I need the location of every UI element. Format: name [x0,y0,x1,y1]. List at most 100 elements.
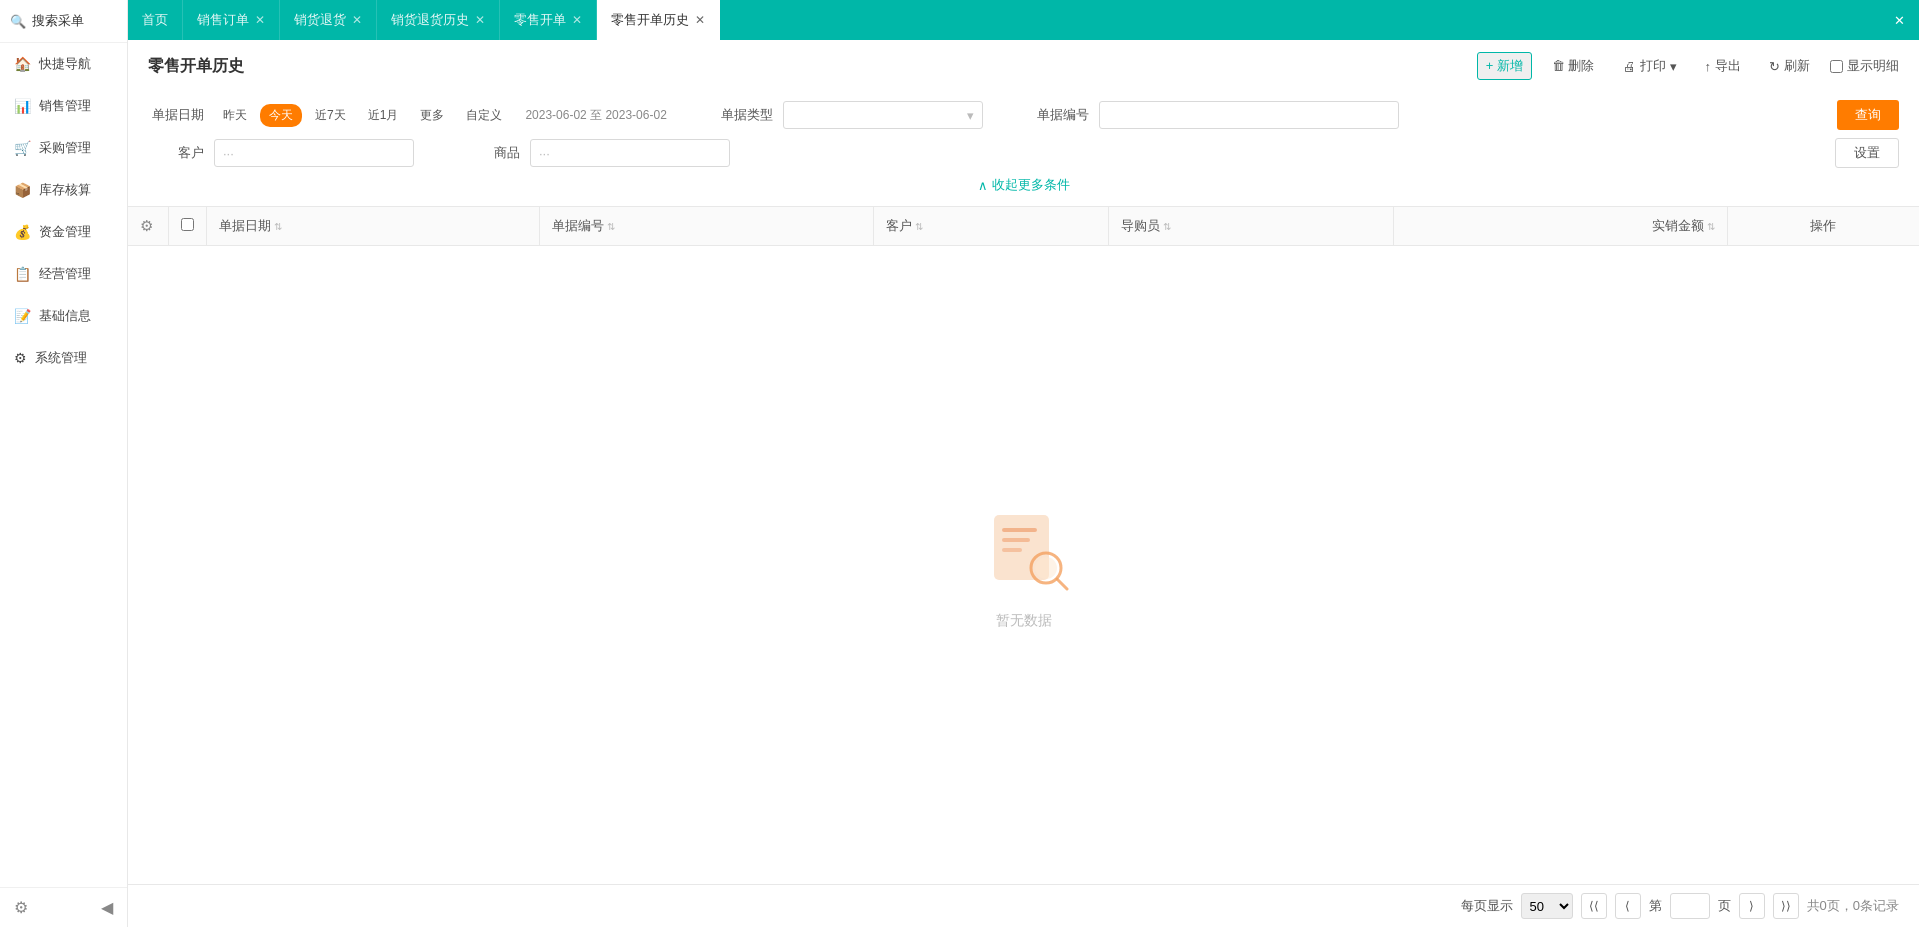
date-filter-buttons: 昨天今天近7天近1月更多自定义 [214,104,511,127]
close-window-btn[interactable]: ✕ [1894,13,1905,28]
refresh-icon: ↻ [1769,59,1780,74]
prev-page-btn[interactable]: ⟨ [1615,893,1641,919]
next-page-btn[interactable]: ⟩ [1739,893,1765,919]
date-btn-custom[interactable]: 自定义 [457,104,511,127]
tab-label-sales-return-history: 销货退货历史 [391,11,469,29]
sidebar-item-finance[interactable]: 💰 资金管理 [0,211,127,253]
tab-close-retail-history[interactable]: ✕ [695,13,705,27]
customer-filter-select[interactable]: ··· [214,139,414,167]
svg-point-6 [1035,557,1057,579]
sidebar-item-quick-nav[interactable]: 🏠 快捷导航 [0,43,127,85]
last-page-btn[interactable]: ⟩⟩ [1773,893,1799,919]
table-section: ⚙ 单据日期 ⇅ 单据编号 [128,207,1919,927]
finance-icon: 💰 [14,224,31,240]
th-amount[interactable]: 实销金额 ⇅ [1393,207,1727,246]
date-btn-last7[interactable]: 近7天 [306,104,355,127]
tab-sales-order[interactable]: 销售订单 ✕ [183,0,280,40]
th-guide[interactable]: 导购员 ⇅ [1109,207,1394,246]
sidebar-item-purchase-mgmt[interactable]: 🛒采购管理 [0,127,127,169]
type-filter-label: 单据类型 [717,106,773,124]
empty-text: 暂无数据 [996,612,1052,630]
delete-button[interactable]: 🗑 删除 [1544,53,1603,79]
first-page-btn[interactable]: ⟨⟨ [1581,893,1607,919]
collapse-sidebar-icon[interactable]: ◀ [101,898,113,917]
empty-state: 暂无数据 [128,246,1919,884]
settings-button[interactable]: 设置 [1835,138,1899,168]
sidebar-item-label: 经营管理 [39,265,91,283]
sidebar-nav: 🏠 快捷导航 📊销售管理🛒采购管理📦库存核算 💰 资金管理 📋 经营管理 📝 基础信息 ⚙ 系统管理 [0,43,127,887]
date-btn-today[interactable]: 今天 [260,104,302,127]
tab-retail-open[interactable]: 零售开单✕ [500,0,597,40]
tab-close-sales-return-history[interactable]: ✕ [475,13,485,27]
display-column-checkbox[interactable] [1830,60,1843,73]
tab-retail-history[interactable]: 零售开单历史✕ [597,0,720,40]
column-settings-icon[interactable]: ⚙ [140,217,153,234]
refresh-label: 刷新 [1784,57,1810,75]
date-btn-more[interactable]: 更多 [411,104,453,127]
number-filter-label: 单据编号 [1033,106,1089,124]
page-unit: 页 [1718,897,1731,915]
basic-info-icon: 📝 [14,308,31,324]
sys-mgmt-icon: ⚙ [14,350,27,366]
sidebar-item-label: 资金管理 [39,223,91,241]
total-info: 共0页，0条记录 [1807,897,1899,915]
svg-rect-3 [1002,548,1022,552]
date-btn-last1m[interactable]: 近1月 [359,104,408,127]
sidebar-item-label: 系统管理 [35,349,87,367]
topbar-right: ✕ [1894,13,1919,28]
filter-area: 单据日期 昨天今天近7天近1月更多自定义 2023-06-02 至 2023-0… [148,90,1899,206]
sidebar-item-label: 基础信息 [39,307,91,325]
sidebar-item-inventory[interactable]: 📦库存核算 [0,169,127,211]
export-icon: ↑ [1705,59,1712,74]
tab-home[interactable]: 首页 [128,0,183,40]
th-checkbox [168,207,206,246]
sidebar-item-sys-mgmt[interactable]: ⚙ 系统管理 [0,337,127,379]
tab-close-sales-order[interactable]: ✕ [255,13,265,27]
display-column-toggle[interactable]: 显示明细 [1830,57,1899,75]
tab-label-sales-order: 销售订单 [197,11,249,29]
collapse-icon: ∧ [978,178,988,193]
page-header: 零售开单历史 + 新增 🗑 删除 🖨 打印 ▾ ↑ 导出 ↻ [128,40,1919,207]
type-dropdown-icon: ▾ [967,108,974,123]
th-action: 操作 [1727,207,1919,246]
topbar: 首页销售订单✕销货退货✕销货退货历史✕零售开单✕零售开单历史✕ ✕ [128,0,1919,40]
export-button[interactable]: ↑ 导出 [1697,53,1750,79]
type-filter-select[interactable]: ▾ [783,101,983,129]
main-area: 首页销售订单✕销货退货✕销货退货历史✕零售开单✕零售开单历史✕ ✕ 零售开单历史… [128,0,1919,927]
sidebar-item-label: 快捷导航 [39,55,91,73]
date-range-display: 2023-06-02 至 2023-06-02 [525,107,666,124]
select-all-checkbox[interactable] [181,218,194,231]
tab-sales-return[interactable]: 销货退货✕ [280,0,377,40]
th-customer[interactable]: 客户 ⇅ [874,207,1109,246]
page-title: 零售开单历史 [148,56,244,77]
number-filter-input[interactable] [1099,101,1399,129]
print-button[interactable]: 🖨 打印 ▾ [1615,53,1685,79]
collapse-filter-btn[interactable]: ∧ 收起更多条件 [978,176,1070,194]
refresh-button[interactable]: ↻ 刷新 [1761,53,1818,79]
tab-close-sales-return[interactable]: ✕ [352,13,362,27]
add-button[interactable]: + 新增 [1477,52,1532,80]
inventory-icon: 📦 [14,182,31,198]
purchase-mgmt-icon: 🛒 [14,140,31,156]
sidebar-search[interactable]: 🔍 搜索采单 [0,0,127,43]
th-date[interactable]: 单据日期 ⇅ [206,207,540,246]
query-button[interactable]: 查询 [1837,100,1899,130]
tab-sales-return-history[interactable]: 销货退货历史 ✕ [377,0,500,40]
sidebar-item-basic-info[interactable]: 📝 基础信息 [0,295,127,337]
data-table: ⚙ 单据日期 ⇅ 单据编号 [128,207,1919,246]
ops-mgmt-icon: 📋 [14,266,31,282]
quick-nav-icon: 🏠 [14,56,31,72]
export-label: 导出 [1715,57,1741,75]
per-page-select[interactable]: 50 10 20 100 [1521,893,1573,919]
page-number-input[interactable]: 1 [1670,893,1710,919]
th-number[interactable]: 单据编号 ⇅ [540,207,874,246]
search-icon: 🔍 [10,14,26,29]
sidebar-item-ops-mgmt[interactable]: 📋 经营管理 [0,253,127,295]
sidebar-item-sales-mgmt[interactable]: 📊销售管理 [0,85,127,127]
sidebar: 🔍 搜索采单 🏠 快捷导航 📊销售管理🛒采购管理📦库存核算 💰 资金管理 📋 经营管理 📝 基础… [0,0,128,927]
settings-footer-icon[interactable]: ⚙ [14,898,28,917]
date-btn-yesterday[interactable]: 昨天 [214,104,256,127]
number-sort-icon: ⇅ [607,221,615,232]
goods-filter-select[interactable]: ··· [530,139,730,167]
tab-close-retail-open[interactable]: ✕ [572,13,582,27]
